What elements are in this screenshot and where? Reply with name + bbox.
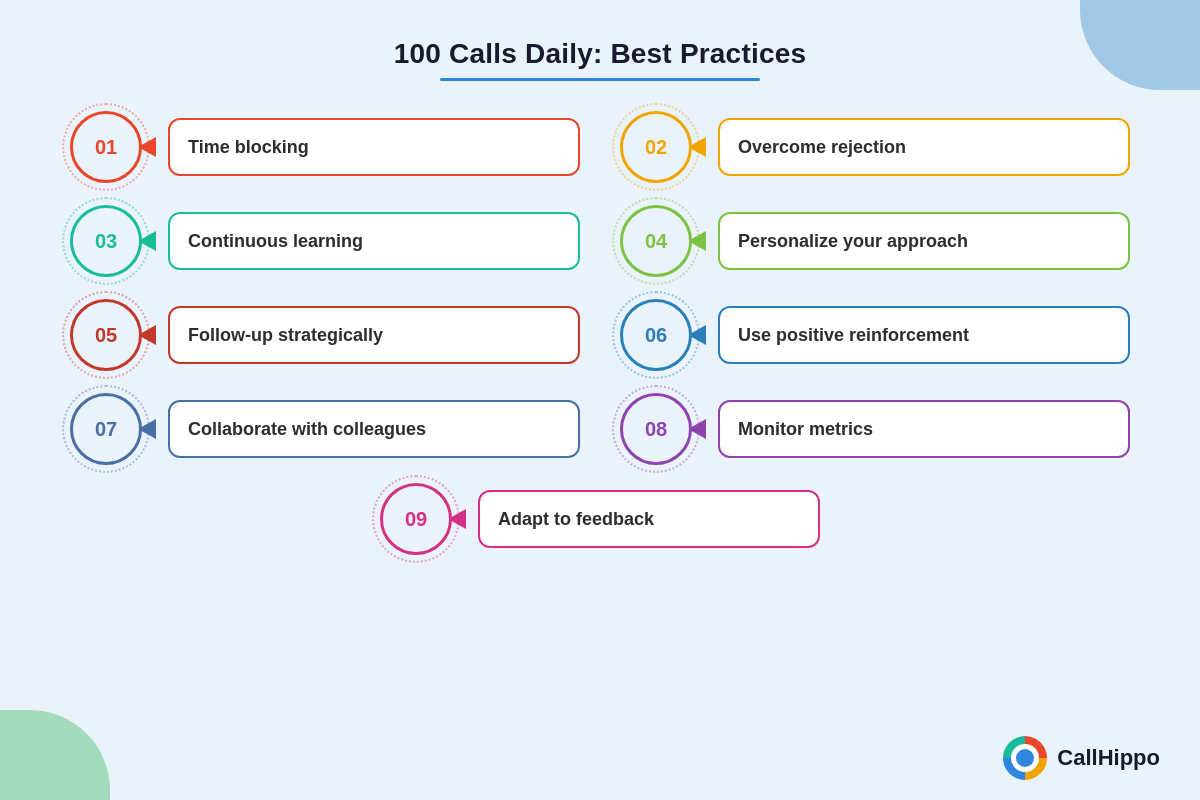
practices-grid: 01 Time blocking 02 Overcome rejection 0… [0, 111, 1200, 465]
badge-07: 07 [70, 393, 142, 465]
badge-06: 06 [620, 299, 692, 371]
label-box-04: Personalize your approach [718, 212, 1130, 270]
label-box-01: Time blocking [168, 118, 580, 176]
practice-item-09: 09 Adapt to feedback [380, 483, 820, 555]
practice-item-02: 02 Overcome rejection [620, 111, 1130, 183]
label-box-05: Follow-up strategically [168, 306, 580, 364]
label-box-09: Adapt to feedback [478, 490, 820, 548]
badge-02: 02 [620, 111, 692, 183]
decorative-blob-top-right [1080, 0, 1200, 90]
label-box-06: Use positive reinforcement [718, 306, 1130, 364]
label-box-03: Continuous learning [168, 212, 580, 270]
badge-04: 04 [620, 205, 692, 277]
label-box-07: Collaborate with colleagues [168, 400, 580, 458]
label-box-02: Overcome rejection [718, 118, 1130, 176]
logo-inner-circle [1016, 749, 1034, 767]
badge-09: 09 [380, 483, 452, 555]
bottom-row: 09 Adapt to feedback [0, 483, 1200, 555]
badge-05: 05 [70, 299, 142, 371]
practice-item-07: 07 Collaborate with colleagues [70, 393, 580, 465]
page-title: 100 Calls Daily: Best Practices [0, 0, 1200, 70]
title-underline [440, 78, 760, 81]
badge-08: 08 [620, 393, 692, 465]
callhippo-logo [1003, 736, 1047, 780]
practice-item-03: 03 Continuous learning [70, 205, 580, 277]
badge-01: 01 [70, 111, 142, 183]
practice-item-01: 01 Time blocking [70, 111, 580, 183]
label-box-08: Monitor metrics [718, 400, 1130, 458]
practice-item-06: 06 Use positive reinforcement [620, 299, 1130, 371]
branding: CallHippo [1003, 736, 1160, 780]
practice-item-05: 05 Follow-up strategically [70, 299, 580, 371]
badge-03: 03 [70, 205, 142, 277]
practice-item-04: 04 Personalize your approach [620, 205, 1130, 277]
brand-name: CallHippo [1057, 745, 1160, 771]
practice-item-08: 08 Monitor metrics [620, 393, 1130, 465]
decorative-blob-bottom-left [0, 710, 110, 800]
